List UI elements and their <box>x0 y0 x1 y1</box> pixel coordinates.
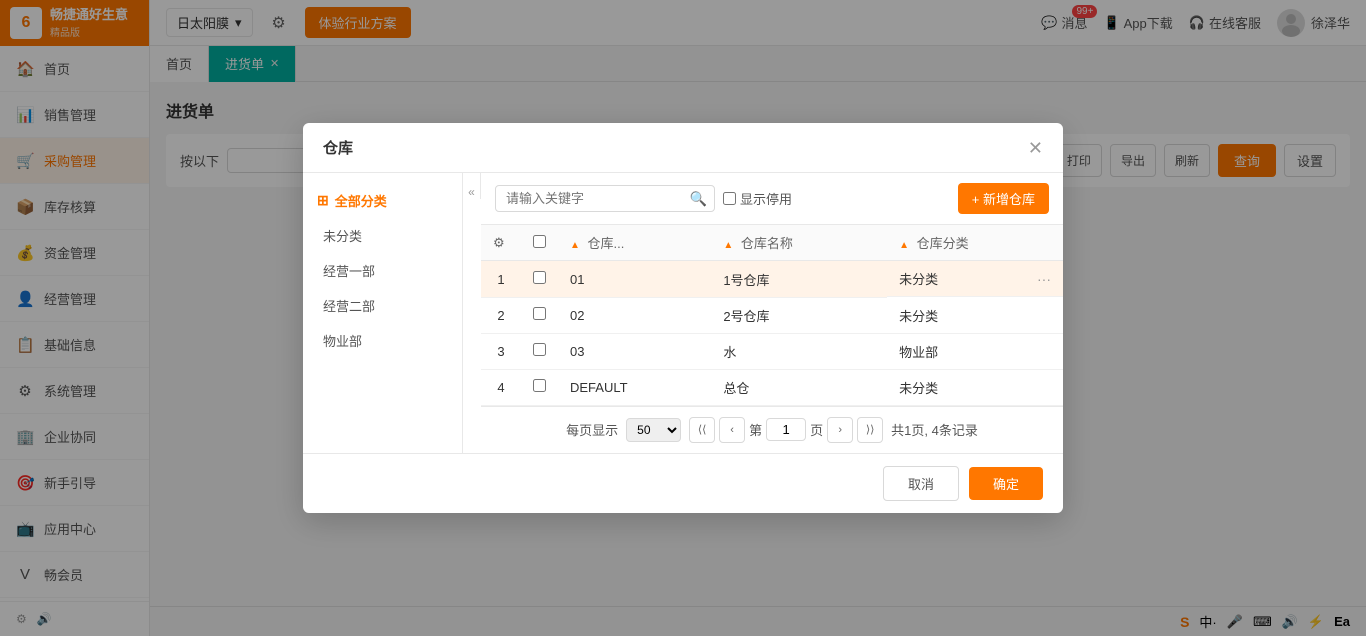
per-page-label: 每页显示 <box>566 420 618 439</box>
row-num: 1 <box>481 261 521 298</box>
sort-icon: ▲ <box>570 240 580 251</box>
total-info: 共1页, 4条记录 <box>891 420 978 439</box>
col-code-label: 仓库... <box>588 236 625 251</box>
warehouse-table: ⚙ ▲ 仓库... ▲ <box>481 225 1063 406</box>
pagination: 每页显示 50 100 ⟨⟨ ‹ 第 页 › ⟩⟩ 共1页, 4条记录 <box>481 406 1063 453</box>
warehouse-table-element: ⚙ ▲ 仓库... ▲ <box>481 225 1063 406</box>
search-icon: 🔍 <box>690 190 707 207</box>
row-checkbox[interactable] <box>533 379 546 392</box>
page-input[interactable] <box>766 418 806 441</box>
collapse-btn[interactable]: « <box>463 173 481 199</box>
table-head: ⚙ ▲ 仓库... ▲ <box>481 225 1063 261</box>
first-page-btn[interactable]: ⟨⟨ <box>689 417 715 443</box>
row-category: 未分类 ··· <box>887 261 1063 297</box>
row-checkbox[interactable] <box>533 307 546 320</box>
confirm-btn[interactable]: 确定 <box>969 467 1043 500</box>
row-code: 02 <box>558 297 711 333</box>
category-label: 经营二部 <box>323 299 375 314</box>
row-name: 总仓 <box>711 369 887 405</box>
row-checkbox-cell <box>521 333 558 369</box>
cancel-btn[interactable]: 取消 <box>883 466 959 501</box>
row-code: 03 <box>558 333 711 369</box>
collapse-icon: « <box>468 185 475 199</box>
col-code: ▲ 仓库... <box>558 225 711 261</box>
prev-page-btn[interactable]: ‹ <box>719 417 745 443</box>
row-name: 1号仓库 <box>711 261 887 298</box>
gear-icon: ⚙ <box>493 235 505 250</box>
page-nav: ⟨⟨ ‹ 第 页 › ⟩⟩ <box>689 417 883 443</box>
row-num: 2 <box>481 297 521 333</box>
last-page-btn[interactable]: ⟩⟩ <box>857 417 883 443</box>
modal-main: 🔍 显示停用 + 新增仓库 ⚙ <box>481 173 1063 453</box>
col-name: ▲ 仓库名称 <box>711 225 887 261</box>
per-page-select[interactable]: 50 100 <box>626 418 681 442</box>
row-category: 未分类 <box>887 297 1063 333</box>
row-code: DEFAULT <box>558 369 711 405</box>
category-item-dept1[interactable]: 经营一部 <box>303 253 462 288</box>
modal-title: 仓库 <box>323 137 353 158</box>
table-row[interactable]: 3 03 水 物业部 <box>481 333 1063 369</box>
search-input[interactable] <box>495 185 715 212</box>
table-row[interactable]: 4 DEFAULT 总仓 未分类 <box>481 369 1063 405</box>
warehouse-modal: 仓库 ✕ ⊞ 全部分类 未分类 经营一部 经营二部 <box>303 123 1063 513</box>
row-checkbox[interactable] <box>533 271 546 284</box>
show-disabled-checkbox[interactable] <box>723 192 736 205</box>
sort-icon-cat: ▲ <box>899 240 909 251</box>
col-category-label: 仓库分类 <box>917 236 969 251</box>
category-header-label: 全部分类 <box>335 191 387 210</box>
modal-header: 仓库 ✕ <box>303 123 1063 173</box>
row-num: 4 <box>481 369 521 405</box>
row-checkbox-cell <box>521 369 558 405</box>
page-label: 第 <box>749 420 762 439</box>
row-name: 水 <box>711 333 887 369</box>
sort-icon-name: ▲ <box>723 240 733 251</box>
col-checkbox <box>521 225 558 261</box>
table-row[interactable]: 2 02 2号仓库 未分类 <box>481 297 1063 333</box>
page-suffix: 页 <box>810 420 823 439</box>
show-disabled-toggle[interactable]: 显示停用 <box>723 189 792 208</box>
category-item-dept2[interactable]: 经营二部 <box>303 288 462 323</box>
modal-overlay: 仓库 ✕ ⊞ 全部分类 未分类 经营一部 经营二部 <box>0 0 1366 636</box>
row-checkbox-cell <box>521 261 558 298</box>
table-body: 1 01 1号仓库 未分类 ··· <box>481 261 1063 406</box>
row-name: 2号仓库 <box>711 297 887 333</box>
row-checkbox-cell <box>521 297 558 333</box>
next-page-btn[interactable]: › <box>827 417 853 443</box>
modal-toolbar: 🔍 显示停用 + 新增仓库 <box>481 173 1063 225</box>
table-row[interactable]: 1 01 1号仓库 未分类 ··· <box>481 261 1063 298</box>
row-category: 物业部 <box>887 333 1063 369</box>
category-label: 物业部 <box>323 334 362 349</box>
category-label: 未分类 <box>323 229 362 244</box>
modal-footer: 取消 确定 <box>303 453 1063 513</box>
row-num: 3 <box>481 333 521 369</box>
modal-body: ⊞ 全部分类 未分类 经营一部 经营二部 物业部 « <box>303 173 1063 453</box>
category-item-uncategorized[interactable]: 未分类 <box>303 218 462 253</box>
grid-icon: ⊞ <box>317 192 329 209</box>
row-category-text: 未分类 <box>899 269 938 288</box>
category-item-property[interactable]: 物业部 <box>303 323 462 358</box>
modal-close-btn[interactable]: ✕ <box>1028 139 1043 157</box>
category-header[interactable]: ⊞ 全部分类 <box>303 183 462 218</box>
search-wrap: 🔍 <box>495 185 715 212</box>
row-category: 未分类 <box>887 369 1063 405</box>
more-icon[interactable]: ··· <box>1037 271 1051 287</box>
col-settings: ⚙ <box>481 225 521 261</box>
row-checkbox[interactable] <box>533 343 546 356</box>
row-code: 01 <box>558 261 711 298</box>
col-name-label: 仓库名称 <box>741 236 793 251</box>
select-all-checkbox[interactable] <box>533 235 546 248</box>
category-label: 经营一部 <box>323 264 375 279</box>
col-category: ▲ 仓库分类 <box>887 225 1063 261</box>
modal-category-sidebar: ⊞ 全部分类 未分类 经营一部 经营二部 物业部 <box>303 173 463 453</box>
add-warehouse-btn[interactable]: + 新增仓库 <box>958 183 1049 214</box>
show-disabled-label: 显示停用 <box>740 189 792 208</box>
